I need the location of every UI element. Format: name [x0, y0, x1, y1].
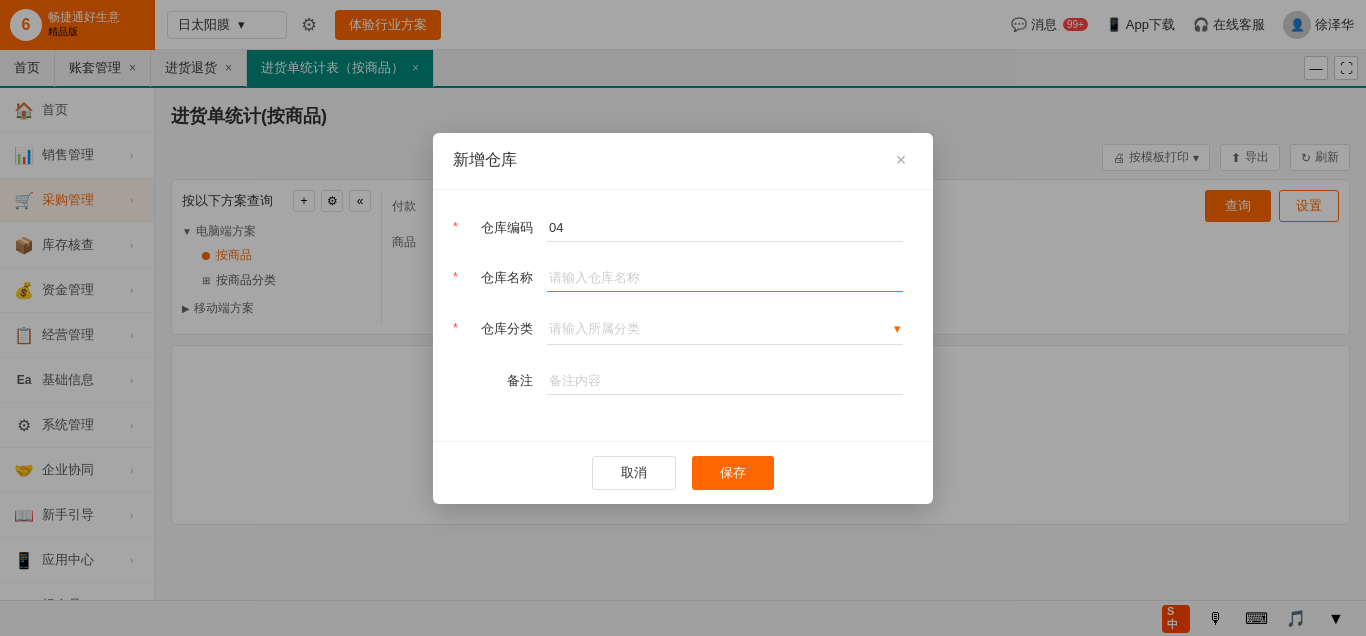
modal-close-button[interactable]: ×	[889, 149, 913, 173]
warehouse-code-input[interactable]	[547, 214, 903, 242]
modal-footer: 取消 保存	[433, 441, 933, 504]
modal-body: 仓库编码 仓库名称 仓库分类 请输入所属分类 ▾ 备注	[433, 190, 933, 441]
modal-title: 新增仓库	[453, 150, 517, 171]
warehouse-name-field: 仓库名称	[463, 264, 903, 292]
warehouse-code-field: 仓库编码	[463, 214, 903, 242]
warehouse-note-field: 备注	[463, 367, 903, 395]
warehouse-code-label: 仓库编码	[463, 219, 533, 237]
warehouse-name-input[interactable]	[547, 264, 903, 292]
modal-header: 新增仓库 ×	[433, 133, 933, 190]
warehouse-name-label: 仓库名称	[463, 269, 533, 287]
warehouse-category-select[interactable]: 请输入所属分类 ▾	[547, 314, 903, 345]
warehouse-category-field: 仓库分类 请输入所属分类 ▾	[463, 314, 903, 345]
category-placeholder: 请输入所属分类	[549, 320, 640, 338]
save-button[interactable]: 保存	[692, 456, 774, 490]
modal-overlay: 新增仓库 × 仓库编码 仓库名称 仓库分类 请输入所属分类 ▾	[0, 0, 1366, 636]
warehouse-category-label: 仓库分类	[463, 320, 533, 338]
category-chevron-icon: ▾	[894, 321, 901, 336]
cancel-button[interactable]: 取消	[592, 456, 676, 490]
modal-new-warehouse: 新增仓库 × 仓库编码 仓库名称 仓库分类 请输入所属分类 ▾	[433, 133, 933, 504]
warehouse-note-label: 备注	[463, 372, 533, 390]
warehouse-note-input[interactable]	[547, 367, 903, 395]
